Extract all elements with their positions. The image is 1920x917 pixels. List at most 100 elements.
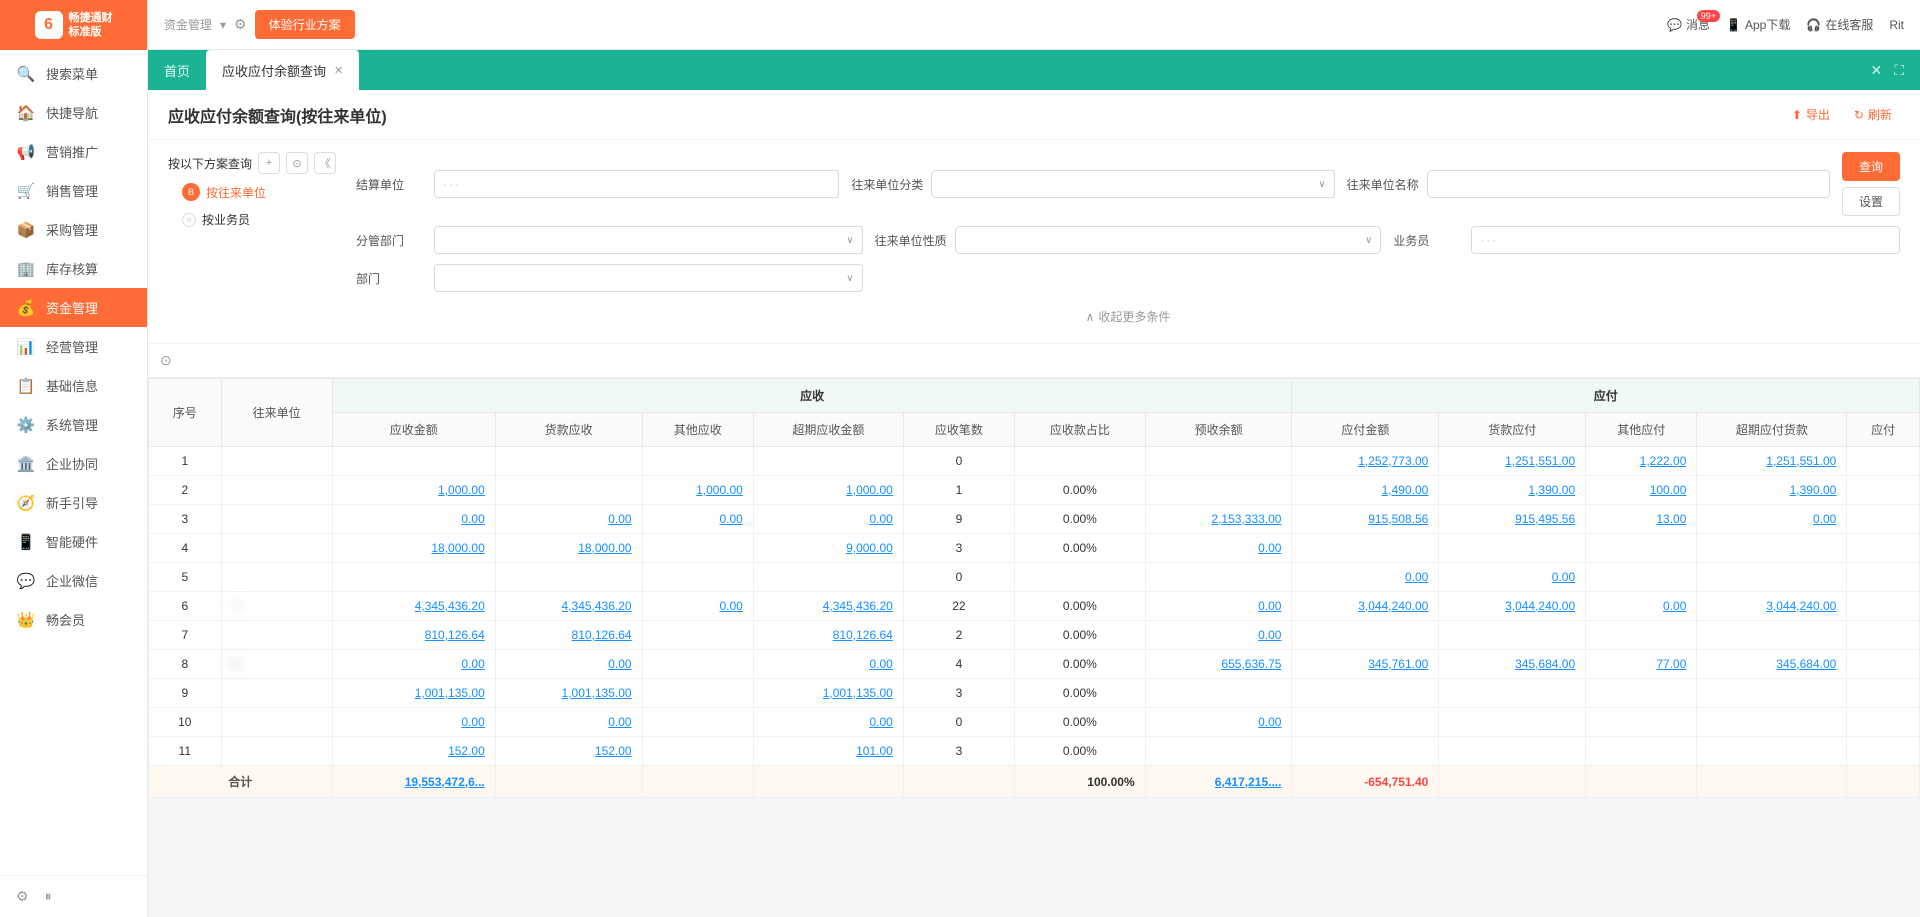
table-cell[interactable]: 1,390.00: [1697, 476, 1847, 505]
table-cell[interactable]: [1586, 737, 1697, 766]
table-cell[interactable]: 1,000.00: [753, 476, 903, 505]
table-cell[interactable]: [1439, 679, 1586, 708]
table-cell[interactable]: [1586, 679, 1697, 708]
sidebar-item-hardware[interactable]: 📱智能硬件: [0, 522, 147, 561]
table-cell[interactable]: [753, 563, 903, 592]
sidebar-item-quick[interactable]: 🏠快捷导航: [0, 93, 147, 132]
table-cell[interactable]: 0.00: [495, 505, 642, 534]
tab-home[interactable]: 首页: [148, 50, 206, 90]
table-settings-icon[interactable]: ⊙: [160, 352, 172, 369]
header-gear-icon[interactable]: ⚙: [234, 16, 247, 33]
solution-button[interactable]: 体验行业方案: [255, 10, 355, 39]
table-cell[interactable]: [1145, 447, 1292, 476]
sidebar-item-search[interactable]: 🔍搜索菜单: [0, 54, 147, 93]
table-cell[interactable]: [1292, 679, 1439, 708]
table-cell[interactable]: [495, 447, 642, 476]
table-cell[interactable]: [1292, 737, 1439, 766]
table-cell[interactable]: [1697, 679, 1847, 708]
table-cell[interactable]: 0.00: [1439, 563, 1586, 592]
table-scroll-container[interactable]: 序号 往来单位 应收 应付 应收金额 货款应收 其他应收 超期应收金额 应收笔数…: [148, 378, 1920, 798]
partner-category-select[interactable]: ∨: [931, 170, 1334, 198]
table-cell[interactable]: 9,000.00: [753, 534, 903, 563]
table-cell[interactable]: 4,345,436.20: [332, 592, 495, 621]
table-cell[interactable]: [1145, 563, 1292, 592]
partner-nature-select[interactable]: ∨: [955, 226, 1382, 254]
tab-close-window-icon[interactable]: ✕: [1870, 62, 1882, 79]
table-cell[interactable]: [642, 563, 753, 592]
table-cell[interactable]: 0.00: [332, 708, 495, 737]
table-cell[interactable]: 18,000.00: [495, 534, 642, 563]
sidebar-item-system[interactable]: ⚙️系统管理: [0, 405, 147, 444]
table-cell[interactable]: 0.00: [1145, 621, 1292, 650]
table-cell[interactable]: 77.00: [1586, 650, 1697, 679]
table-cell[interactable]: 0.00: [495, 708, 642, 737]
table-cell[interactable]: 0.00: [1145, 708, 1292, 737]
table-cell[interactable]: 0.00: [1292, 563, 1439, 592]
sidebar-item-inventory[interactable]: 🏢库存核算: [0, 249, 147, 288]
table-cell[interactable]: 810,126.64: [495, 621, 642, 650]
table-cell[interactable]: 1,000.00: [642, 476, 753, 505]
table-cell[interactable]: [495, 563, 642, 592]
table-cell[interactable]: 0.00: [753, 650, 903, 679]
expand-scheme-button[interactable]: 《: [314, 152, 336, 174]
table-cell[interactable]: 345,761.00: [1292, 650, 1439, 679]
sidebar-item-guide[interactable]: 🧭新手引导: [0, 483, 147, 522]
table-cell[interactable]: 4,345,436.20: [753, 592, 903, 621]
sidebar-item-sales[interactable]: 🛒销售管理: [0, 171, 147, 210]
table-cell[interactable]: 13.00: [1586, 505, 1697, 534]
table-cell[interactable]: [642, 679, 753, 708]
table-cell[interactable]: 1,490.00: [1292, 476, 1439, 505]
table-cell[interactable]: [1586, 708, 1697, 737]
table-cell[interactable]: 0.00: [332, 505, 495, 534]
settlement-unit-input[interactable]: ···: [434, 170, 839, 198]
table-cell[interactable]: [642, 621, 753, 650]
table-cell[interactable]: 1,222.00: [1586, 447, 1697, 476]
table-cell[interactable]: 0.00: [1697, 505, 1847, 534]
sidebar-item-wechat[interactable]: 💬企业微信: [0, 561, 147, 600]
table-cell[interactable]: 0.00: [642, 505, 753, 534]
table-cell[interactable]: [1697, 534, 1847, 563]
table-cell[interactable]: [495, 476, 642, 505]
table-cell[interactable]: 0.00: [1145, 534, 1292, 563]
table-cell[interactable]: 655,636.75: [1145, 650, 1292, 679]
table-cell[interactable]: [1439, 737, 1586, 766]
partner-name-input[interactable]: [1427, 170, 1830, 198]
table-cell[interactable]: [332, 563, 495, 592]
collapse-footer-icon[interactable]: ⏸: [45, 888, 52, 905]
table-cell[interactable]: 1,390.00: [1439, 476, 1586, 505]
table-cell[interactable]: 1,001,135.00: [332, 679, 495, 708]
table-cell[interactable]: [1586, 534, 1697, 563]
table-cell[interactable]: 810,126.64: [332, 621, 495, 650]
table-cell[interactable]: 915,508.56: [1292, 505, 1439, 534]
setting-button[interactable]: 设置: [1842, 187, 1900, 216]
sidebar-item-purchase[interactable]: 📦采购管理: [0, 210, 147, 249]
table-cell[interactable]: [642, 708, 753, 737]
table-cell[interactable]: [642, 534, 753, 563]
table-cell[interactable]: 4,345,436.20: [495, 592, 642, 621]
header-dropdown-arrow[interactable]: ▾: [220, 18, 226, 32]
user-menu[interactable]: Rit: [1889, 18, 1904, 32]
table-cell[interactable]: 0.00: [753, 708, 903, 737]
table-cell[interactable]: [1292, 621, 1439, 650]
table-cell[interactable]: [642, 737, 753, 766]
table-cell[interactable]: [1697, 563, 1847, 592]
table-cell[interactable]: [1145, 737, 1292, 766]
add-scheme-button[interactable]: +: [258, 152, 280, 174]
tab-query[interactable]: 应收应付余额查询 ✕: [206, 50, 359, 90]
sidebar-item-capital[interactable]: 💰资金管理: [0, 288, 147, 327]
table-cell[interactable]: [642, 447, 753, 476]
sidebar-item-basic[interactable]: 📋基础信息: [0, 366, 147, 405]
table-cell[interactable]: [642, 650, 753, 679]
salesperson-input[interactable]: ···: [1471, 226, 1900, 254]
table-cell[interactable]: [1697, 737, 1847, 766]
table-cell[interactable]: 2,153,333.00: [1145, 505, 1292, 534]
table-cell[interactable]: [1439, 534, 1586, 563]
table-cell[interactable]: [1292, 708, 1439, 737]
table-cell[interactable]: 0.00: [332, 650, 495, 679]
table-cell[interactable]: 0.00: [753, 505, 903, 534]
table-cell[interactable]: 1,251,551.00: [1697, 447, 1847, 476]
sidebar-item-member[interactable]: 👑畅会员: [0, 600, 147, 639]
scheme-item-salesperson[interactable]: ○ 按业务员: [176, 208, 336, 231]
query-button[interactable]: 查询: [1842, 152, 1900, 181]
refresh-button[interactable]: ↻ 刷新: [1846, 102, 1900, 127]
